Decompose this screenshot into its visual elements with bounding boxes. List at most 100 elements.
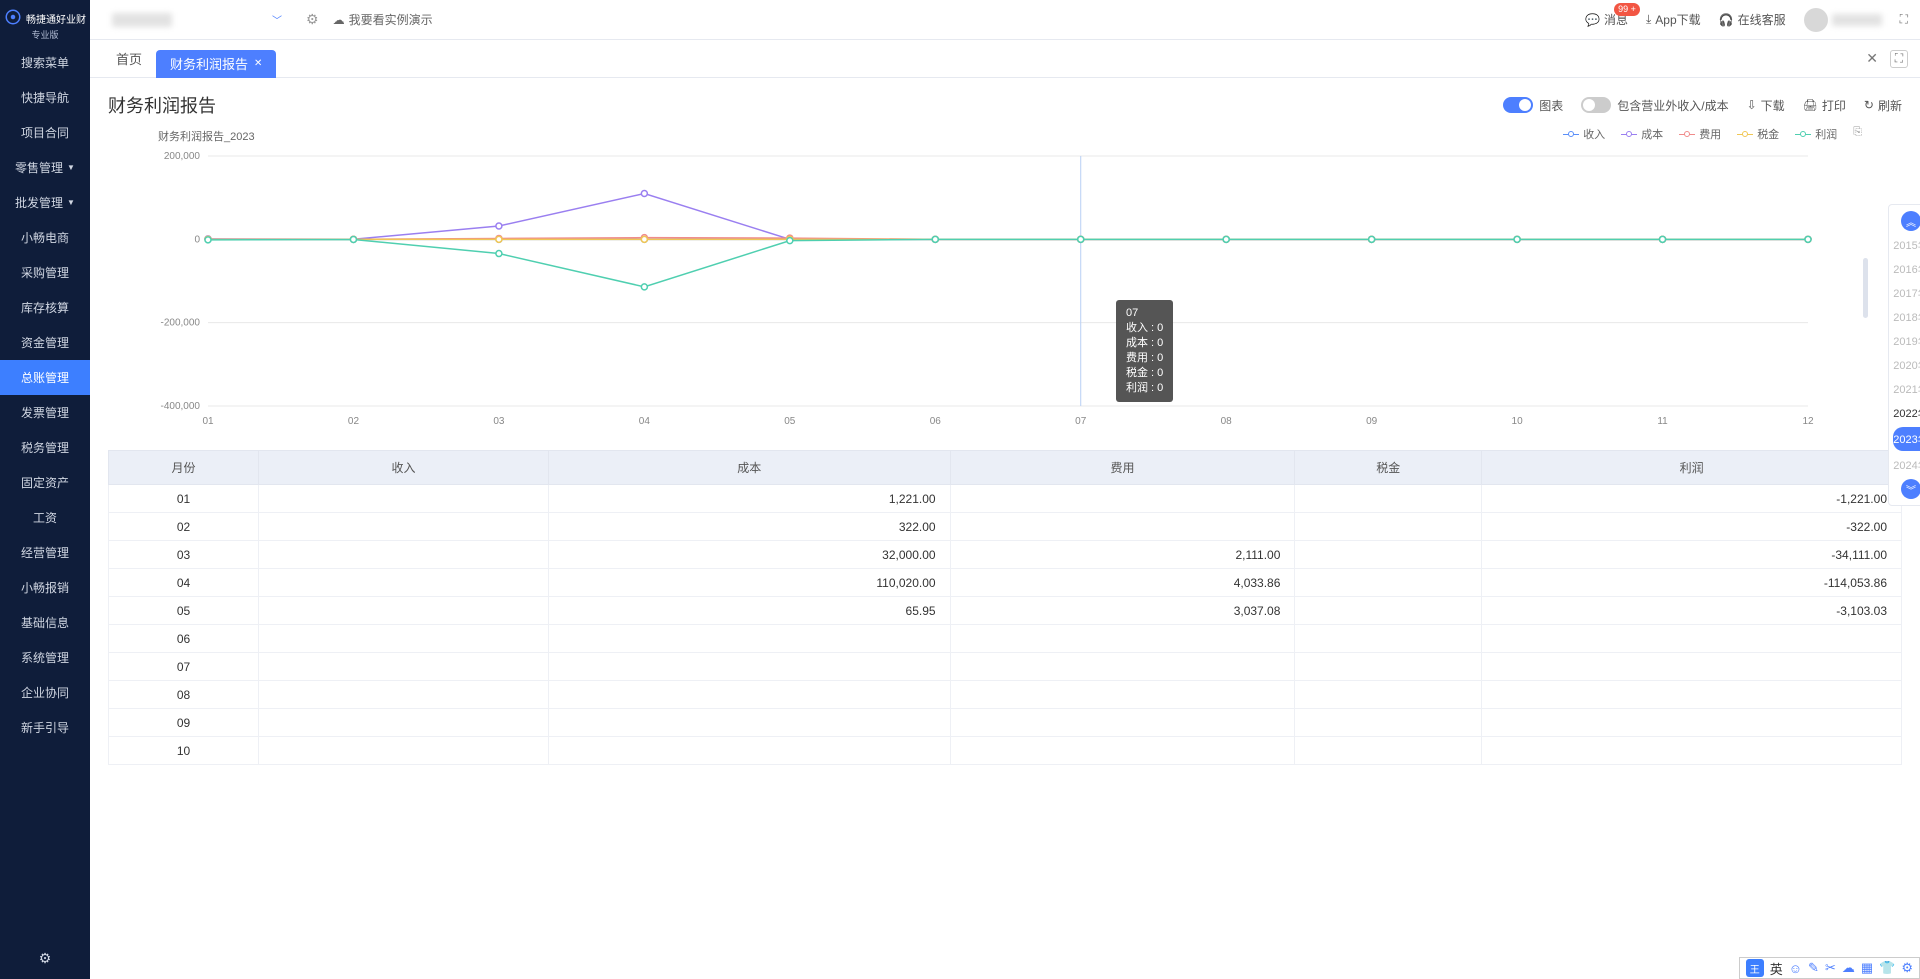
demo-link[interactable]: ☁ 我要看实例演示 [333, 11, 433, 28]
sidebar-item-0[interactable]: 搜索菜单 [0, 45, 90, 80]
print-button[interactable]: 🖨打印 [1803, 97, 1846, 114]
extra-cost-toggle[interactable] [1581, 97, 1611, 113]
ime-toolbar[interactable]: 王 英 ☺ ✎ ✂ ☁ ▦ 👕 ⚙ [1739, 957, 1920, 979]
avatar-icon [1804, 8, 1828, 32]
year-2016年[interactable]: 2016年 [1889, 257, 1920, 281]
tab-profit-report[interactable]: 财务利润报告 ✕ [156, 50, 276, 78]
sidebar-item-3[interactable]: 零售管理▼ [0, 150, 90, 185]
year-2023年[interactable]: 2023年 [1893, 427, 1920, 451]
sidebar-item-16[interactable]: 基础信息 [0, 605, 90, 640]
app-download-button[interactable]: ⤓ App下载 [1646, 11, 1701, 28]
cell-tax [1295, 597, 1482, 625]
table-row: 011,221.00-1,221.00 [109, 485, 1902, 513]
year-2024年[interactable]: 2024年 [1889, 453, 1920, 477]
cell-income [259, 485, 549, 513]
ime-shirt-icon[interactable]: 👕 [1879, 960, 1895, 976]
sidebar-item-17[interactable]: 系统管理 [0, 640, 90, 675]
cell-profit [1482, 653, 1902, 681]
sidebar-item-15[interactable]: 小畅报销 [0, 570, 90, 605]
user-menu[interactable] [1804, 8, 1882, 32]
refresh-icon: ↻ [1864, 98, 1874, 112]
headset-icon: 🎧 [1719, 13, 1734, 27]
cell-expense [950, 681, 1295, 709]
cell-expense [950, 485, 1295, 513]
legend-profit[interactable]: 利润 [1795, 126, 1837, 142]
ime-main-icon[interactable]: 王 [1746, 959, 1764, 977]
close-icon[interactable]: ✕ [254, 58, 262, 69]
fullscreen-icon[interactable]: ⛶ [1900, 12, 1908, 27]
sidebar-item-19[interactable]: 新手引导 [0, 710, 90, 745]
ime-panel-icon[interactable]: ▦ [1861, 960, 1873, 976]
cell-cost [549, 625, 951, 653]
year-2019年[interactable]: 2019年 [1889, 329, 1920, 353]
sidebar-item-11[interactable]: 税务管理 [0, 430, 90, 465]
year-2020年[interactable]: 2020年 [1889, 353, 1920, 377]
cell-profit: -1,221.00 [1482, 485, 1902, 513]
sidebar-item-8[interactable]: 资金管理 [0, 325, 90, 360]
sidebar-item-9[interactable]: 总账管理 [0, 360, 90, 395]
year-2017年[interactable]: 2017年 [1889, 281, 1920, 305]
messages-button[interactable]: 💬 消息 99 + [1585, 11, 1628, 28]
ime-scissors-icon[interactable]: ✂ [1825, 960, 1836, 976]
year-2021年[interactable]: 2021年 [1889, 377, 1920, 401]
ime-settings-icon[interactable]: ⚙ [1901, 960, 1913, 976]
svg-text:200,000: 200,000 [164, 151, 201, 162]
org-selector[interactable]: ﹀ [102, 6, 292, 34]
cell-expense: 4,033.86 [950, 569, 1295, 597]
table-row: 0565.953,037.08-3,103.03 [109, 597, 1902, 625]
legend-expense[interactable]: 费用 [1679, 126, 1721, 142]
panel-drag-handle[interactable] [1863, 258, 1868, 318]
sidebar-item-6[interactable]: 采购管理 [0, 255, 90, 290]
year-2022年[interactable]: 2022年 [1889, 401, 1920, 425]
cell-income [259, 597, 549, 625]
cell-profit [1482, 625, 1902, 653]
refresh-button[interactable]: ↻刷新 [1864, 97, 1902, 114]
cell-month: 06 [109, 625, 259, 653]
legend-save-icon[interactable]: ⎘ [1853, 126, 1862, 142]
year-scroll-up-icon[interactable]: ︽ [1901, 211, 1920, 231]
cell-expense: 3,037.08 [950, 597, 1295, 625]
sidebar-item-4[interactable]: 批发管理▼ [0, 185, 90, 220]
ime-edit-icon[interactable]: ✎ [1808, 960, 1819, 976]
tab-home[interactable]: 首页 [102, 40, 156, 77]
sidebar-item-12[interactable]: 固定资产 [0, 465, 90, 500]
sidebar-item-10[interactable]: 发票管理 [0, 395, 90, 430]
col-profit: 利润 [1482, 451, 1902, 485]
cell-tax [1295, 653, 1482, 681]
expand-icon[interactable]: ⛶ [1890, 50, 1908, 68]
year-2015年[interactable]: 2015年 [1889, 233, 1920, 257]
sidebar-item-2[interactable]: 项目合同 [0, 115, 90, 150]
sidebar-item-1[interactable]: 快捷导航 [0, 80, 90, 115]
download-button[interactable]: ⇩下载 [1747, 97, 1785, 114]
chart-toggle[interactable] [1503, 97, 1533, 113]
sidebar-item-13[interactable]: 工资 [0, 500, 90, 535]
sidebar-settings-icon[interactable]: ⚙ [27, 938, 64, 979]
ime-lang[interactable]: 英 [1770, 959, 1783, 978]
legend-income[interactable]: 收入 [1563, 126, 1605, 142]
sidebar-item-14[interactable]: 经营管理 [0, 535, 90, 570]
year-scroll-down-icon[interactable]: ︾ [1901, 479, 1920, 499]
cell-cost [549, 653, 951, 681]
cell-cost: 322.00 [549, 513, 951, 541]
cell-cost: 110,020.00 [549, 569, 951, 597]
table-row: 08 [109, 681, 1902, 709]
customer-service-button[interactable]: 🎧 在线客服 [1719, 11, 1786, 28]
settings-icon[interactable]: ⚙ [306, 11, 319, 28]
profit-chart[interactable]: 200,0000-200,000-400,0000102030405060708… [108, 146, 1828, 436]
cell-expense [950, 653, 1295, 681]
sidebar-item-5[interactable]: 小畅电商 [0, 220, 90, 255]
ime-smile-icon[interactable]: ☺ [1789, 961, 1802, 976]
sidebar-item-7[interactable]: 库存核算 [0, 290, 90, 325]
download-icon: ⇩ [1747, 98, 1757, 112]
cell-month: 07 [109, 653, 259, 681]
year-2018年[interactable]: 2018年 [1889, 305, 1920, 329]
legend-tax[interactable]: 税金 [1737, 126, 1779, 142]
caret-icon: ▼ [67, 163, 75, 172]
sidebar-item-18[interactable]: 企业协同 [0, 675, 90, 710]
ime-cloud-icon[interactable]: ☁ [1842, 960, 1855, 976]
svg-text:05: 05 [784, 416, 796, 427]
close-all-tabs-icon[interactable]: ✕ [1866, 50, 1878, 67]
profit-table: 月份收入成本费用税金利润 011,221.00-1,221.0002322.00… [108, 450, 1902, 765]
cell-cost: 32,000.00 [549, 541, 951, 569]
legend-cost[interactable]: 成本 [1621, 126, 1663, 142]
